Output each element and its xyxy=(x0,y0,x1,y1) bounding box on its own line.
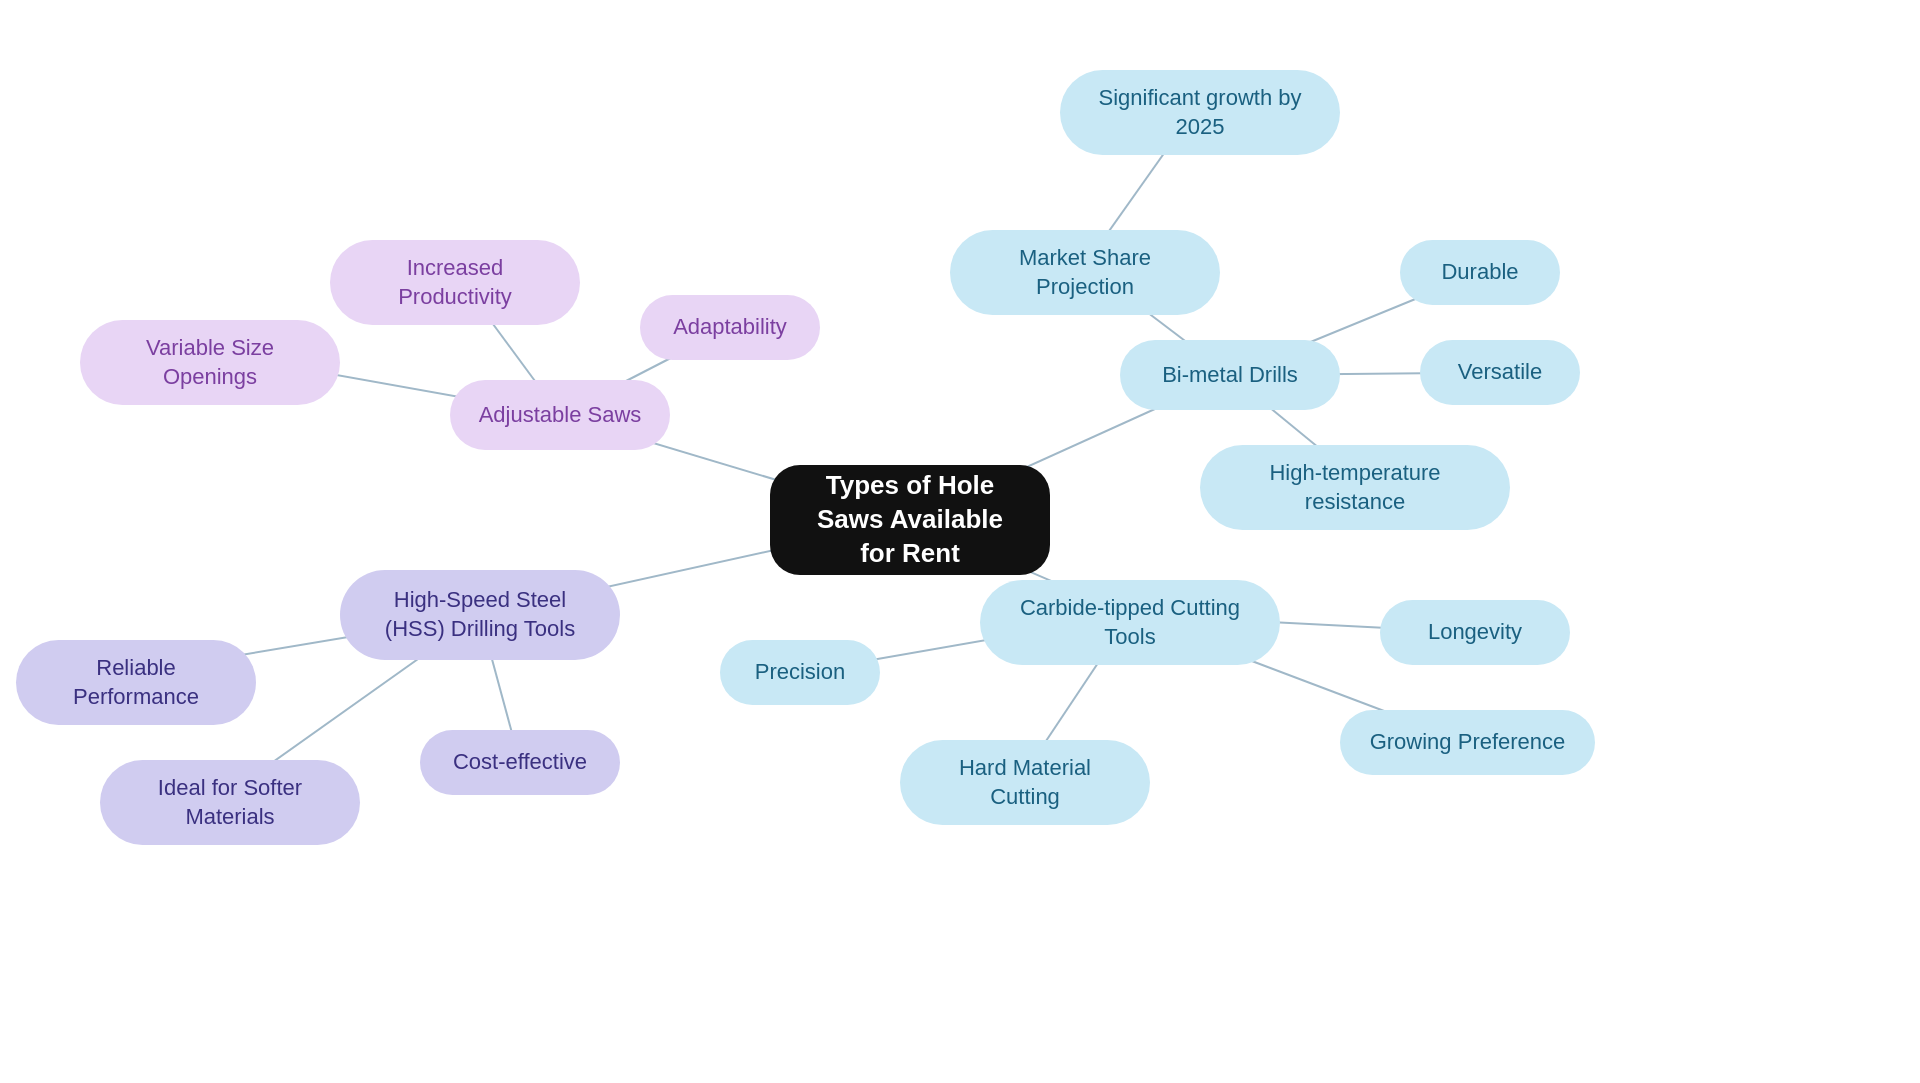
node-cost-effective: Cost-effective xyxy=(420,730,620,795)
node-versatile: Versatile xyxy=(1420,340,1580,405)
node-reliable-performance: Reliable Performance xyxy=(16,640,256,725)
node-ideal-softer: Ideal for Softer Materials xyxy=(100,760,360,845)
node-variable-size-openings: Variable Size Openings xyxy=(80,320,340,405)
node-market-share: Market Share Projection xyxy=(950,230,1220,315)
mindmap-container: Types of Hole Saws Available for Rent Adj… xyxy=(0,0,1920,1083)
node-significant-growth: Significant growth by 2025 xyxy=(1060,70,1340,155)
node-durable: Durable xyxy=(1400,240,1560,305)
node-precision: Precision xyxy=(720,640,880,705)
node-bi-metal-drills: Bi-metal Drills xyxy=(1120,340,1340,410)
node-adaptability: Adaptability xyxy=(640,295,820,360)
node-increased-productivity: Increased Productivity xyxy=(330,240,580,325)
node-hss-drilling: High-Speed Steel (HSS) Drilling Tools xyxy=(340,570,620,660)
node-carbide-tipped: Carbide-tipped Cutting Tools xyxy=(980,580,1280,665)
center-node: Types of Hole Saws Available for Rent xyxy=(770,465,1050,575)
node-adjustable-saws: Adjustable Saws xyxy=(450,380,670,450)
node-longevity: Longevity xyxy=(1380,600,1570,665)
node-high-temp: High-temperature resistance xyxy=(1200,445,1510,530)
node-growing-pref: Growing Preference xyxy=(1340,710,1595,775)
node-hard-material: Hard Material Cutting xyxy=(900,740,1150,825)
